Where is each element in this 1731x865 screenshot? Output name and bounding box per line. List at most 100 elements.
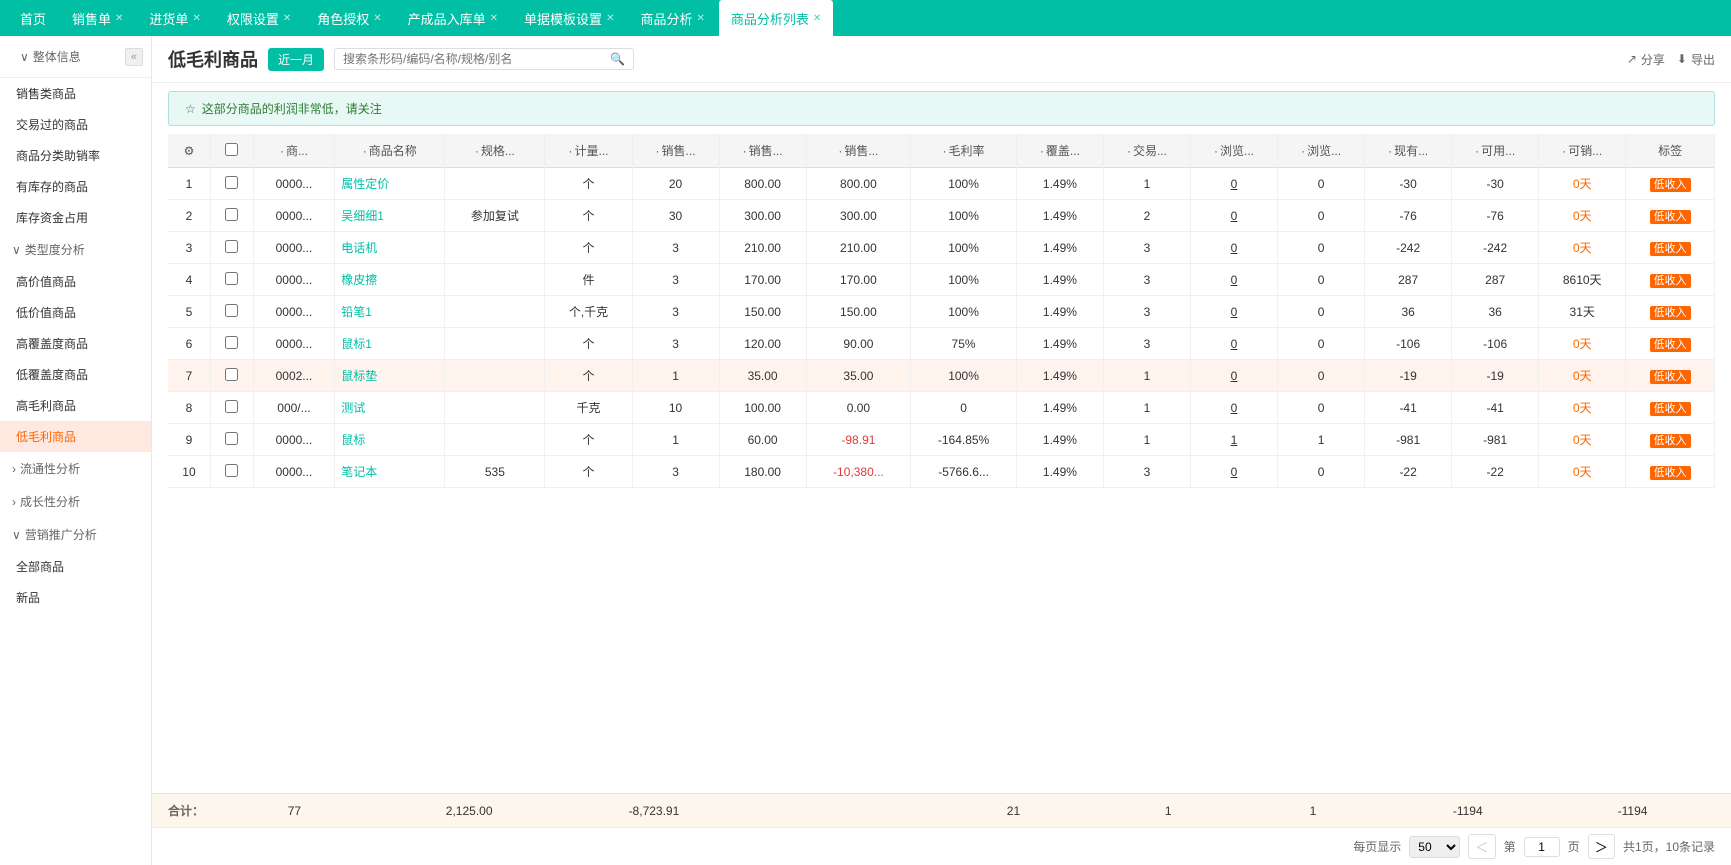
nav-item-permissions[interactable]: 权限设置 ✕ <box>215 0 303 36</box>
search-box: 🔍 <box>334 48 634 70</box>
nav-close-icon[interactable]: ✕ <box>606 13 614 24</box>
cell-current: -106 <box>1365 328 1452 360</box>
col-checkbox[interactable] <box>210 134 253 168</box>
sidebar-item-low-margin[interactable]: 低毛利商品 <box>0 421 151 452</box>
nav-item-roles[interactable]: 角色授权 ✕ <box>305 0 393 36</box>
sidebar-item-high-coverage[interactable]: 高覆盖度商品 <box>0 328 151 359</box>
nav-item-sales[interactable]: 销售单 ✕ <box>60 0 135 36</box>
sidebar-group-growth[interactable]: › 成长性分析 <box>0 485 151 518</box>
nav-item-analysis[interactable]: 商品分析 ✕ <box>628 0 716 36</box>
sidebar-group-overall[interactable]: ∨ 整体信息 <box>8 40 93 73</box>
col-qty[interactable]: ·销售... <box>632 134 719 168</box>
per-page-select[interactable]: 50 10 20 100 <box>1409 836 1460 858</box>
sidebar-collapse-button[interactable]: « <box>125 48 143 66</box>
cell-checkbox[interactable] <box>210 264 253 296</box>
sidebar-group-marketing[interactable]: ∨ 营销推广分析 <box>0 518 151 551</box>
sidebar-group-type[interactable]: ∨ 类型度分析 <box>0 233 151 266</box>
export-button[interactable]: ⬇ 导出 <box>1677 51 1715 68</box>
cell-name[interactable]: 电话机 <box>335 232 445 264</box>
table-container[interactable]: ⚙ ·商... ·商品名称 ·规格... <box>152 126 1731 793</box>
cell-qty: 1 <box>632 424 719 456</box>
col-sellable[interactable]: ·可销... <box>1539 134 1626 168</box>
cell-views2: 1 <box>1278 424 1365 456</box>
share-button[interactable]: ↗ 分享 <box>1627 51 1665 68</box>
cell-current: -76 <box>1365 200 1452 232</box>
sidebar: ∨ 整体信息 « 销售类商品 交易过的商品 商品分类助销率 有库存的商品 库存资… <box>0 36 152 865</box>
col-transactions[interactable]: ·交易... <box>1103 134 1190 168</box>
cell-name[interactable]: 吴细细1 <box>335 200 445 232</box>
cell-name[interactable]: 鼠标 <box>335 424 445 456</box>
cell-name[interactable]: 测试 <box>335 392 445 424</box>
cell-checkbox[interactable] <box>210 200 253 232</box>
sidebar-item-traded-goods[interactable]: 交易过的商品 <box>0 109 151 140</box>
sidebar-item-high-margin[interactable]: 高毛利商品 <box>0 390 151 421</box>
cell-checkbox[interactable] <box>210 328 253 360</box>
nav-close-icon[interactable]: ✕ <box>490 13 498 24</box>
sidebar-item-new-goods[interactable]: 新品 <box>0 582 151 613</box>
cell-name[interactable]: 属性定价 <box>335 168 445 200</box>
nav-item-purchase[interactable]: 进货单 ✕ <box>137 0 212 36</box>
date-filter-button[interactable]: 近一月 <box>268 48 324 71</box>
table-row: 10 0000... 笔记本 535 个 3 180.00 -10,380...… <box>168 456 1715 488</box>
col-code[interactable]: ·商... <box>253 134 335 168</box>
sidebar-item-low-value[interactable]: 低价值商品 <box>0 297 151 328</box>
cell-checkbox[interactable] <box>210 232 253 264</box>
col-name[interactable]: ·商品名称 <box>335 134 445 168</box>
col-settings[interactable]: ⚙ <box>168 134 210 168</box>
cell-name[interactable]: 铅笔1 <box>335 296 445 328</box>
search-input[interactable] <box>343 52 604 66</box>
cell-name[interactable]: 鼠标垫 <box>335 360 445 392</box>
sidebar-item-sales-goods[interactable]: 销售类商品 <box>0 78 151 109</box>
cell-checkbox[interactable] <box>210 392 253 424</box>
col-coverage[interactable]: ·覆盖... <box>1016 134 1103 168</box>
col-tag[interactable]: 标签 <box>1626 134 1715 168</box>
cell-unit: 件 <box>545 264 632 296</box>
cell-checkbox[interactable] <box>210 296 253 328</box>
sidebar-item-in-stock[interactable]: 有库存的商品 <box>0 171 151 202</box>
nav-close-icon[interactable]: ✕ <box>813 13 821 24</box>
nav-item-inventory[interactable]: 产成品入库单 ✕ <box>396 0 510 36</box>
nav-item-analysis-list[interactable]: 商品分析列表 ✕ <box>719 0 833 36</box>
cell-checkbox[interactable] <box>210 168 253 200</box>
col-views2[interactable]: ·浏览... <box>1278 134 1365 168</box>
col-available[interactable]: ·可用... <box>1452 134 1539 168</box>
col-current[interactable]: ·现有... <box>1365 134 1452 168</box>
cell-current: -242 <box>1365 232 1452 264</box>
col-unit[interactable]: ·计量... <box>545 134 632 168</box>
page-number-input[interactable] <box>1524 837 1560 857</box>
sidebar-item-category-rate[interactable]: 商品分类助销率 <box>0 140 151 171</box>
sidebar-item-stock-capital[interactable]: 库存资金占用 <box>0 202 151 233</box>
nav-item-template[interactable]: 单据模板设置 ✕ <box>512 0 626 36</box>
prev-page-button[interactable]: ＜ <box>1468 834 1495 859</box>
col-gross-margin[interactable]: ·毛利率 <box>911 134 1017 168</box>
cell-sales: -98.91 <box>806 424 911 456</box>
nav-close-icon[interactable]: ✕ <box>192 13 200 24</box>
cell-views1: 0 <box>1191 328 1278 360</box>
cell-qty: 1 <box>632 360 719 392</box>
sidebar-item-all-goods[interactable]: 全部商品 <box>0 551 151 582</box>
col-sales[interactable]: ·销售... <box>806 134 911 168</box>
cell-checkbox[interactable] <box>210 456 253 488</box>
col-spec[interactable]: ·规格... <box>445 134 545 168</box>
col-price[interactable]: ·销售... <box>719 134 806 168</box>
cell-tag: 低收入 <box>1626 360 1715 392</box>
nav-item-home[interactable]: 首页 <box>8 0 58 36</box>
nav-close-icon[interactable]: ✕ <box>696 13 704 24</box>
select-all-checkbox[interactable] <box>225 143 238 156</box>
nav-close-icon[interactable]: ✕ <box>283 13 291 24</box>
nav-close-icon[interactable]: ✕ <box>115 13 123 24</box>
cell-checkbox[interactable] <box>210 424 253 456</box>
sidebar-group-circulation[interactable]: › 流通性分析 <box>0 452 151 485</box>
col-views1[interactable]: ·浏览... <box>1191 134 1278 168</box>
nav-close-icon[interactable]: ✕ <box>373 13 381 24</box>
cell-name[interactable]: 鼠标1 <box>335 328 445 360</box>
cell-name[interactable]: 橡皮擦 <box>335 264 445 296</box>
sidebar-item-high-value[interactable]: 高价值商品 <box>0 266 151 297</box>
sidebar-item-low-coverage[interactable]: 低覆盖度商品 <box>0 359 151 390</box>
next-page-button[interactable]: ＞ <box>1588 834 1615 859</box>
search-icon[interactable]: 🔍 <box>610 52 625 66</box>
cell-name[interactable]: 笔记本 <box>335 456 445 488</box>
cell-checkbox[interactable] <box>210 360 253 392</box>
cell-spec <box>445 328 545 360</box>
cell-views2: 0 <box>1278 168 1365 200</box>
